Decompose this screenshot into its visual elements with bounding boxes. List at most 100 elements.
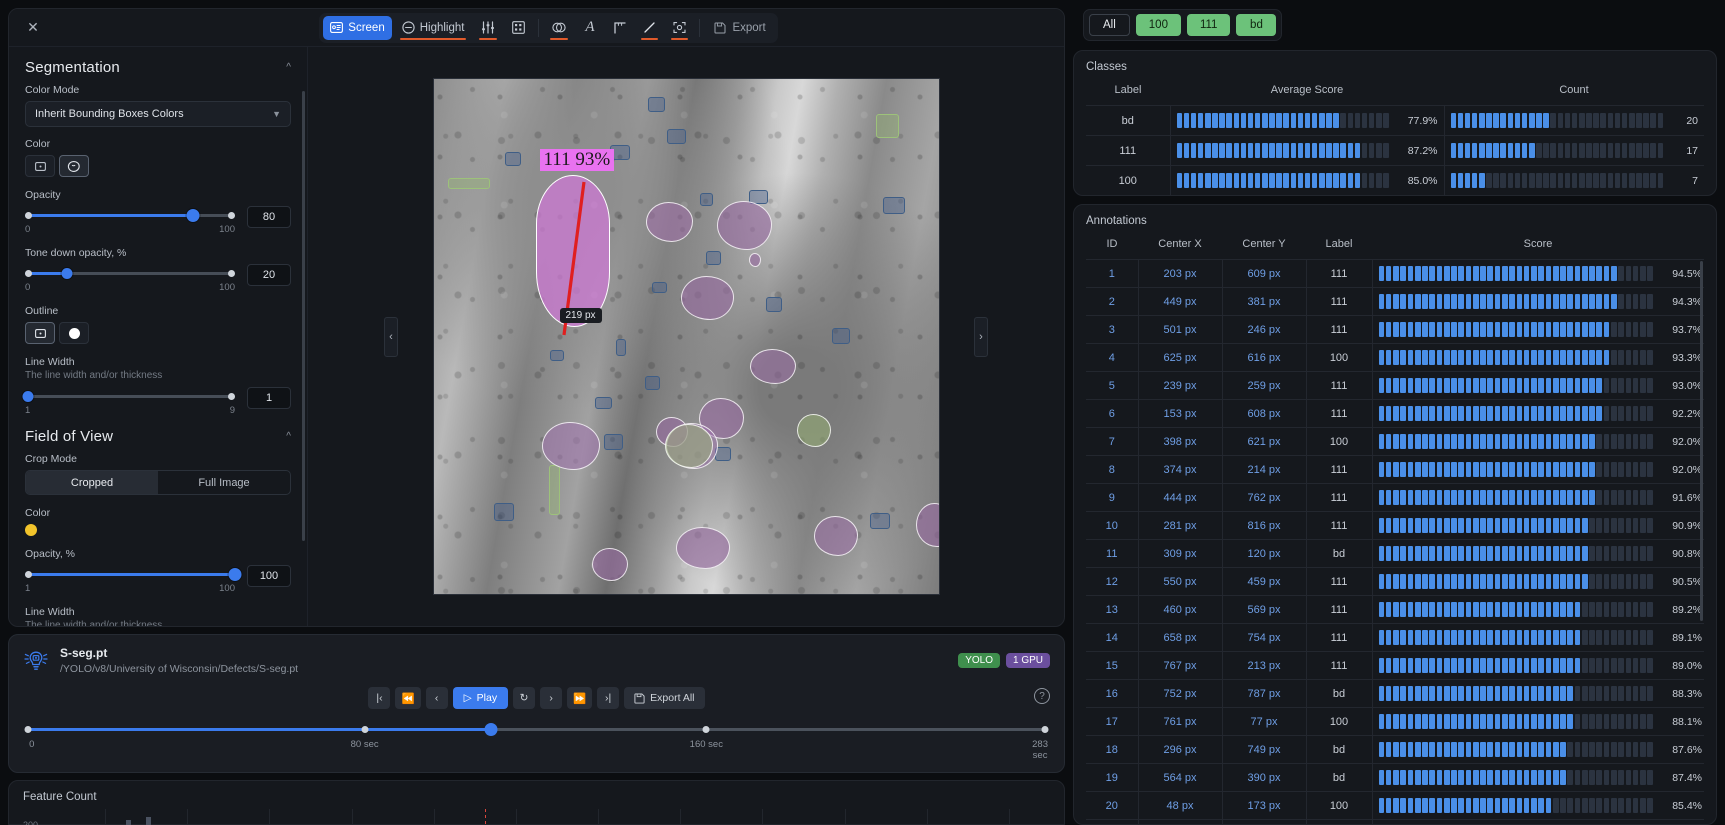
segment-mask[interactable] bbox=[681, 276, 734, 320]
chevron-up-icon[interactable]: ^ bbox=[286, 62, 291, 73]
segment-mask[interactable] bbox=[797, 414, 831, 447]
table-row[interactable]: 6153 px608 px11192.2% bbox=[1086, 400, 1704, 428]
detection-box[interactable] bbox=[883, 197, 905, 214]
table-row[interactable]: 8374 px214 px11192.0% bbox=[1086, 456, 1704, 484]
table-row[interactable]: 4625 px616 px10093.3% bbox=[1086, 344, 1704, 372]
detection-box[interactable] bbox=[652, 282, 667, 293]
export-button[interactable]: Export bbox=[706, 16, 773, 40]
sidebar-scrollbar[interactable] bbox=[302, 91, 305, 541]
filter-chip-111[interactable]: 111 bbox=[1187, 14, 1230, 36]
seg-opacity-slider[interactable]: 0 100 bbox=[25, 206, 235, 235]
classes-row[interactable]: bd77.9%20 bbox=[1086, 106, 1704, 136]
segment-mask[interactable] bbox=[646, 202, 693, 242]
table-row[interactable]: 9444 px762 px11191.6% bbox=[1086, 484, 1704, 512]
prev-image-button[interactable]: ‹ bbox=[384, 317, 398, 357]
detection-box[interactable] bbox=[766, 297, 782, 312]
filter-chip-bd[interactable]: bd bbox=[1236, 14, 1276, 36]
annotations-scrollbar[interactable] bbox=[1700, 261, 1703, 621]
table-row[interactable]: 2449 px381 px11194.3% bbox=[1086, 288, 1704, 316]
jump-start-button[interactable]: |‹ bbox=[368, 687, 390, 709]
filter-chip-all[interactable]: All bbox=[1089, 14, 1130, 36]
color-mode-select[interactable]: Inherit Bounding Boxes Colors ▼ bbox=[25, 101, 291, 127]
fov-color-swatch[interactable] bbox=[25, 524, 37, 536]
crop-mode-full-image[interactable]: Full Image bbox=[158, 471, 290, 494]
step-back-fast-button[interactable]: ⏪ bbox=[395, 687, 420, 709]
close-icon[interactable]: ✕ bbox=[21, 16, 45, 40]
segment-mask[interactable] bbox=[542, 422, 600, 470]
tool-screen[interactable]: Screen bbox=[323, 16, 391, 40]
table-row[interactable]: 11309 px120 pxbd90.8% bbox=[1086, 540, 1704, 568]
detection-box[interactable] bbox=[616, 339, 626, 356]
detection-box[interactable] bbox=[448, 178, 490, 189]
classes-col-count[interactable]: Count bbox=[1444, 81, 1704, 106]
table-row[interactable]: 16752 px787 pxbd88.3% bbox=[1086, 680, 1704, 708]
annotations-scroll-region[interactable]: ID Center X Center Y Label Score 1203 px… bbox=[1086, 235, 1704, 824]
table-row[interactable]: 5239 px259 px11193.0% bbox=[1086, 372, 1704, 400]
jump-end-button[interactable]: ›| bbox=[597, 687, 619, 709]
seg-opacity-value[interactable]: 80 bbox=[247, 206, 291, 228]
seg-linewidth-value[interactable]: 1 bbox=[247, 387, 291, 409]
annot-col-center-x[interactable]: Center X bbox=[1138, 235, 1222, 260]
fov-opacity-slider[interactable]: 1 100 bbox=[25, 565, 235, 594]
step-forward-button[interactable]: › bbox=[540, 687, 562, 709]
table-row[interactable]: 18296 px749 pxbd87.6% bbox=[1086, 736, 1704, 764]
table-row[interactable]: 2048 px173 px10085.4% bbox=[1086, 792, 1704, 820]
detection-box[interactable] bbox=[706, 251, 721, 265]
segment-mask[interactable] bbox=[717, 201, 772, 250]
tool-highlight[interactable]: Highlight bbox=[395, 16, 472, 40]
detection-box[interactable] bbox=[870, 513, 890, 529]
classes-col-avg-score[interactable]: Average Score bbox=[1170, 81, 1444, 106]
step-back-button[interactable]: ‹ bbox=[426, 687, 448, 709]
help-icon[interactable]: ? bbox=[1034, 688, 1050, 704]
table-row[interactable]: 17761 px77 px10088.1% bbox=[1086, 708, 1704, 736]
detection-box[interactable] bbox=[494, 503, 514, 521]
filter-chip-100[interactable]: 100 bbox=[1136, 14, 1181, 36]
annot-col-label[interactable]: Label bbox=[1306, 235, 1372, 260]
detection-box[interactable] bbox=[667, 129, 686, 144]
outline-bbox-option[interactable] bbox=[25, 322, 55, 344]
tool-sliders[interactable] bbox=[474, 16, 502, 40]
detection-box[interactable] bbox=[550, 350, 564, 361]
annot-col-center-y[interactable]: Center Y bbox=[1222, 235, 1306, 260]
step-forward-fast-button[interactable]: ⏩ bbox=[567, 687, 592, 709]
tool-focus[interactable] bbox=[666, 16, 693, 40]
tone-down-slider[interactable]: 0 100 bbox=[25, 264, 235, 293]
table-row[interactable]: 14658 px754 px11189.1% bbox=[1086, 624, 1704, 652]
next-image-button[interactable]: › bbox=[974, 317, 988, 357]
segmentation-section-header[interactable]: Segmentation ^ bbox=[25, 59, 291, 76]
seg-color-mask-option[interactable] bbox=[59, 155, 89, 177]
export-all-button[interactable]: Export All bbox=[624, 687, 704, 709]
segment-mask[interactable] bbox=[665, 424, 713, 468]
detection-box[interactable] bbox=[645, 376, 660, 390]
detection-box[interactable] bbox=[505, 152, 521, 166]
fov-chevron-up-icon[interactable]: ^ bbox=[286, 431, 291, 442]
detection-box[interactable] bbox=[604, 434, 623, 450]
table-row[interactable]: 13460 px569 px11189.2% bbox=[1086, 596, 1704, 624]
annot-col-id[interactable]: ID bbox=[1086, 235, 1138, 260]
classes-row[interactable]: 11187.2%17 bbox=[1086, 136, 1704, 166]
fov-section-header[interactable]: Field of View ^ bbox=[25, 428, 291, 445]
detection-box[interactable] bbox=[595, 397, 612, 409]
detection-box[interactable] bbox=[549, 465, 560, 515]
segment-mask[interactable] bbox=[676, 527, 730, 569]
timeline-track[interactable] bbox=[25, 723, 1048, 737]
seg-color-box-option[interactable] bbox=[25, 155, 55, 177]
table-row[interactable]: 1203 px609 px11194.5% bbox=[1086, 260, 1704, 288]
loop-button[interactable]: ↻ bbox=[513, 687, 535, 709]
classes-col-label[interactable]: Label bbox=[1086, 81, 1170, 106]
detection-box[interactable] bbox=[876, 114, 899, 138]
selected-segment-mask[interactable] bbox=[536, 175, 610, 327]
detection-box[interactable] bbox=[700, 193, 713, 206]
detection-box[interactable] bbox=[648, 97, 665, 112]
detection-box[interactable] bbox=[832, 328, 850, 344]
tool-line[interactable] bbox=[636, 16, 663, 40]
crop-mode-cropped[interactable]: Cropped bbox=[26, 471, 158, 494]
play-button[interactable]: ▷ Play bbox=[453, 687, 509, 709]
table-row[interactable]: 15767 px213 px11189.0% bbox=[1086, 652, 1704, 680]
tool-corner[interactable] bbox=[606, 16, 633, 40]
outline-color-option[interactable] bbox=[59, 322, 89, 344]
tool-grid[interactable] bbox=[505, 16, 532, 40]
segment-mask[interactable] bbox=[750, 349, 796, 384]
segment-mask[interactable] bbox=[814, 516, 858, 556]
table-row[interactable]: 3501 px246 px11193.7% bbox=[1086, 316, 1704, 344]
